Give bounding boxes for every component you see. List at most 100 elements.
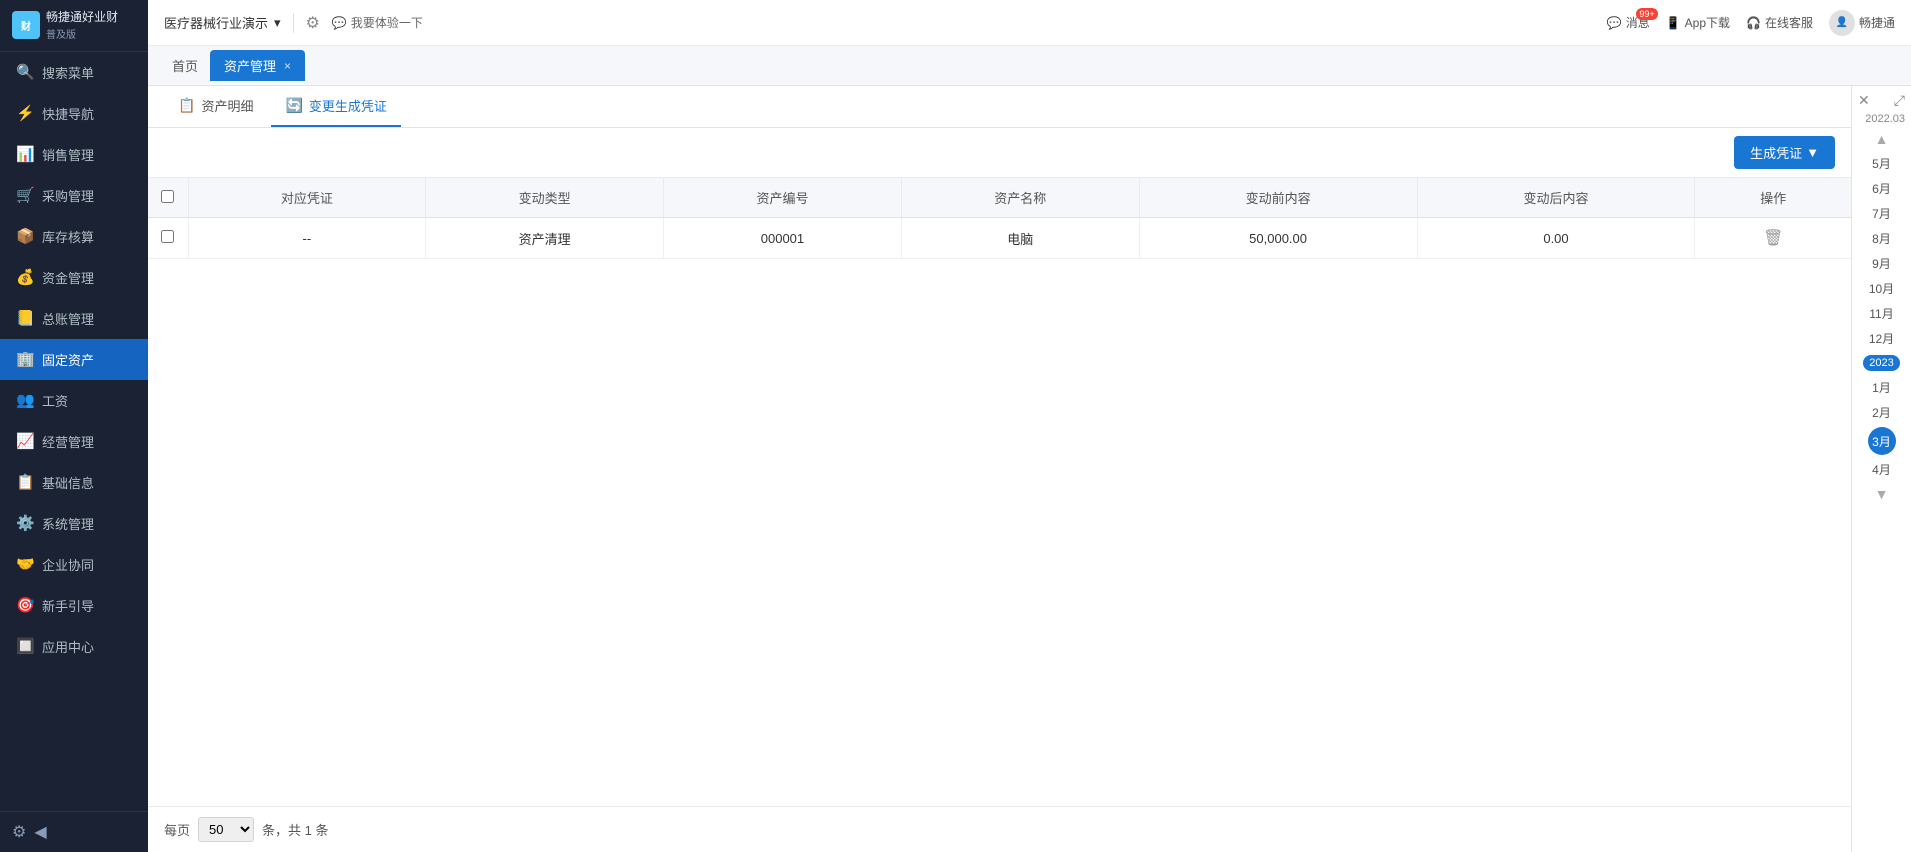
row-checkbox-cell [148, 218, 188, 259]
message-button[interactable]: 💬 消息 99+ [1607, 14, 1650, 31]
sidebar-item-apps[interactable]: 🔲 应用中心 [0, 626, 148, 667]
sidebar-logo: 财 畅捷通好业财 普及版 [0, 0, 148, 52]
select-all-checkbox[interactable] [161, 190, 174, 203]
apps-icon: 🔲 [16, 637, 34, 655]
customer-service-button[interactable]: 🎧 在线客服 [1746, 14, 1813, 31]
expand-panel-button[interactable]: ⤢ [1894, 92, 1905, 109]
subtabs: 📋 资产明细 🔄 变更生成凭证 [148, 86, 1851, 128]
row-change-type: 资产清理 [426, 218, 664, 259]
row-action: 🗑 [1695, 218, 1851, 259]
sidebar-item-inventory[interactable]: 📦 库存核算 [0, 216, 148, 257]
sidebar-item-quick-nav[interactable]: ⚡ 快捷导航 [0, 93, 148, 134]
month-item-7[interactable]: 7月 [1852, 201, 1911, 226]
feedback-link[interactable]: 💬 我要体验一下 [332, 14, 423, 31]
chevron-down-icon: ▾ [274, 15, 281, 31]
year-2022-label: 2022.03 [1852, 113, 1911, 125]
settings-button[interactable]: ⚙ [12, 822, 26, 842]
sidebar-item-fixed-assets[interactable]: 🏢 固定资产 [0, 339, 148, 380]
sidebar-item-label: 库存核算 [42, 227, 94, 246]
sidebar-item-label: 系统管理 [42, 514, 94, 533]
tab-asset-management[interactable]: 资产管理 × [210, 50, 305, 81]
sidebar-item-label: 固定资产 [42, 350, 94, 369]
sidebar-item-label: 应用中心 [42, 637, 94, 656]
month-item-4[interactable]: 4月 [1852, 457, 1911, 482]
month-item-9[interactable]: 9月 [1852, 251, 1911, 276]
sidebar-item-label: 经营管理 [42, 432, 94, 451]
table-header-row: 对应凭证 变动类型 资产编号 资产名称 变动前内容 变动后内容 操作 [148, 178, 1851, 218]
row-checkbox[interactable] [161, 230, 174, 243]
change-voucher-icon: 🔄 [285, 97, 302, 114]
basic-info-icon: 📋 [16, 473, 34, 491]
month-item-6[interactable]: 6月 [1852, 176, 1911, 201]
tab-label: 资产管理 [224, 56, 276, 75]
tab-home[interactable]: 首页 [164, 50, 206, 81]
month-item-2[interactable]: 2月 [1852, 400, 1911, 425]
month-item-8[interactable]: 8月 [1852, 226, 1911, 251]
sidebar-item-label: 新手引导 [42, 596, 94, 615]
header-checkbox-cell [148, 178, 188, 218]
tabbar: 首页 资产管理 × [148, 46, 1911, 86]
fixed-assets-icon: 🏢 [16, 350, 34, 368]
user-menu[interactable]: 👤 畅捷通 [1829, 10, 1895, 36]
generate-voucher-button[interactable]: 生成凭证 ▼ [1734, 136, 1835, 169]
scroll-down-button[interactable]: ▼ [1871, 482, 1893, 506]
sidebar-item-system[interactable]: ⚙️ 系统管理 [0, 503, 148, 544]
topbar-settings-icon[interactable]: ⚙ [306, 13, 320, 33]
customer-service-icon: 🎧 [1746, 16, 1761, 30]
table-toolbar: 生成凭证 ▼ [148, 128, 1851, 178]
sidebar-item-ledger[interactable]: 📒 总账管理 [0, 298, 148, 339]
sidebar-item-basic-info[interactable]: 📋 基础信息 [0, 462, 148, 503]
avatar: 👤 [1829, 10, 1855, 36]
topbar-divider [293, 13, 294, 33]
customer-service-label: 在线客服 [1765, 14, 1813, 31]
funds-icon: 💰 [16, 268, 34, 286]
topbar-right: 💬 消息 99+ 📱 App下载 🎧 在线客服 👤 畅捷通 [1607, 10, 1895, 36]
sidebar-item-guide[interactable]: 🎯 新手引导 [0, 585, 148, 626]
sidebar-item-payroll[interactable]: 👥 工资 [0, 380, 148, 421]
content-area: 📋 资产明细 🔄 变更生成凭证 生成凭证 ▼ [148, 86, 1911, 852]
right-panel: ✕ ⤢ 2022.03 ▲ 5月 6月 7月 8月 9月 10月 11月 12月… [1851, 86, 1911, 852]
month-item-10[interactable]: 10月 [1852, 276, 1911, 301]
header-change-type: 变动类型 [426, 178, 664, 218]
sidebar-item-operations[interactable]: 📈 经营管理 [0, 421, 148, 462]
month-item-12[interactable]: 12月 [1852, 326, 1911, 351]
per-page-select[interactable]: 50 10 20 100 [198, 817, 254, 842]
tab-close-button[interactable]: × [284, 59, 291, 73]
month-item-11[interactable]: 11月 [1852, 301, 1911, 326]
sidebar-item-label: 销售管理 [42, 145, 94, 164]
sidebar-item-funds[interactable]: 💰 资金管理 [0, 257, 148, 298]
header-action: 操作 [1695, 178, 1851, 218]
inventory-icon: 📦 [16, 227, 34, 245]
scroll-up-button[interactable]: ▲ [1871, 127, 1893, 151]
feedback-icon: 💬 [332, 16, 347, 30]
app-download-button[interactable]: 📱 App下载 [1666, 14, 1730, 31]
table-row: -- 资产清理 000001 电脑 50,000.00 0.00 🗑 [148, 218, 1851, 259]
sidebar-item-purchase[interactable]: 🛒 采购管理 [0, 175, 148, 216]
subtab-label: 变更生成凭证 [309, 96, 387, 115]
sidebar-item-label: 采购管理 [42, 186, 94, 205]
company-selector[interactable]: 医疗器械行业演示 ▾ [164, 13, 281, 32]
month-item-3-active[interactable]: 3月 [1868, 427, 1896, 455]
per-page-label: 每页 [164, 820, 190, 839]
topbar: 医疗器械行业演示 ▾ ⚙ 💬 我要体验一下 💬 消息 99+ 📱 App下载 🎧… [148, 0, 1911, 46]
logo-name: 畅捷通好业财 [46, 10, 118, 26]
payroll-icon: 👥 [16, 391, 34, 409]
right-panel-header: ✕ ⤢ [1852, 92, 1911, 109]
subtab-asset-detail[interactable]: 📋 资产明细 [164, 86, 267, 127]
content-main: 📋 资产明细 🔄 变更生成凭证 生成凭证 ▼ [148, 86, 1851, 852]
system-icon: ⚙️ [16, 514, 34, 532]
sidebar-item-search[interactable]: 🔍 搜索菜单 [0, 52, 148, 93]
month-item-1[interactable]: 1月 [1852, 375, 1911, 400]
data-table: 对应凭证 变动类型 资产编号 资产名称 变动前内容 变动后内容 操作 [148, 178, 1851, 259]
header-asset-code: 资产编号 [664, 178, 902, 218]
month-item-5[interactable]: 5月 [1852, 151, 1911, 176]
sidebar-item-collab[interactable]: 🤝 企业协同 [0, 544, 148, 585]
subtab-change-voucher[interactable]: 🔄 变更生成凭证 [271, 86, 400, 127]
delete-button[interactable]: 🗑 [1763, 230, 1783, 247]
sidebar-item-label: 工资 [42, 391, 68, 410]
close-panel-button[interactable]: ✕ [1858, 92, 1870, 109]
sidebar-item-sales[interactable]: 📊 销售管理 [0, 134, 148, 175]
row-voucher: -- [188, 218, 426, 259]
generate-voucher-label: 生成凭证 [1750, 143, 1802, 162]
collapse-button[interactable]: ◀ [34, 822, 46, 842]
